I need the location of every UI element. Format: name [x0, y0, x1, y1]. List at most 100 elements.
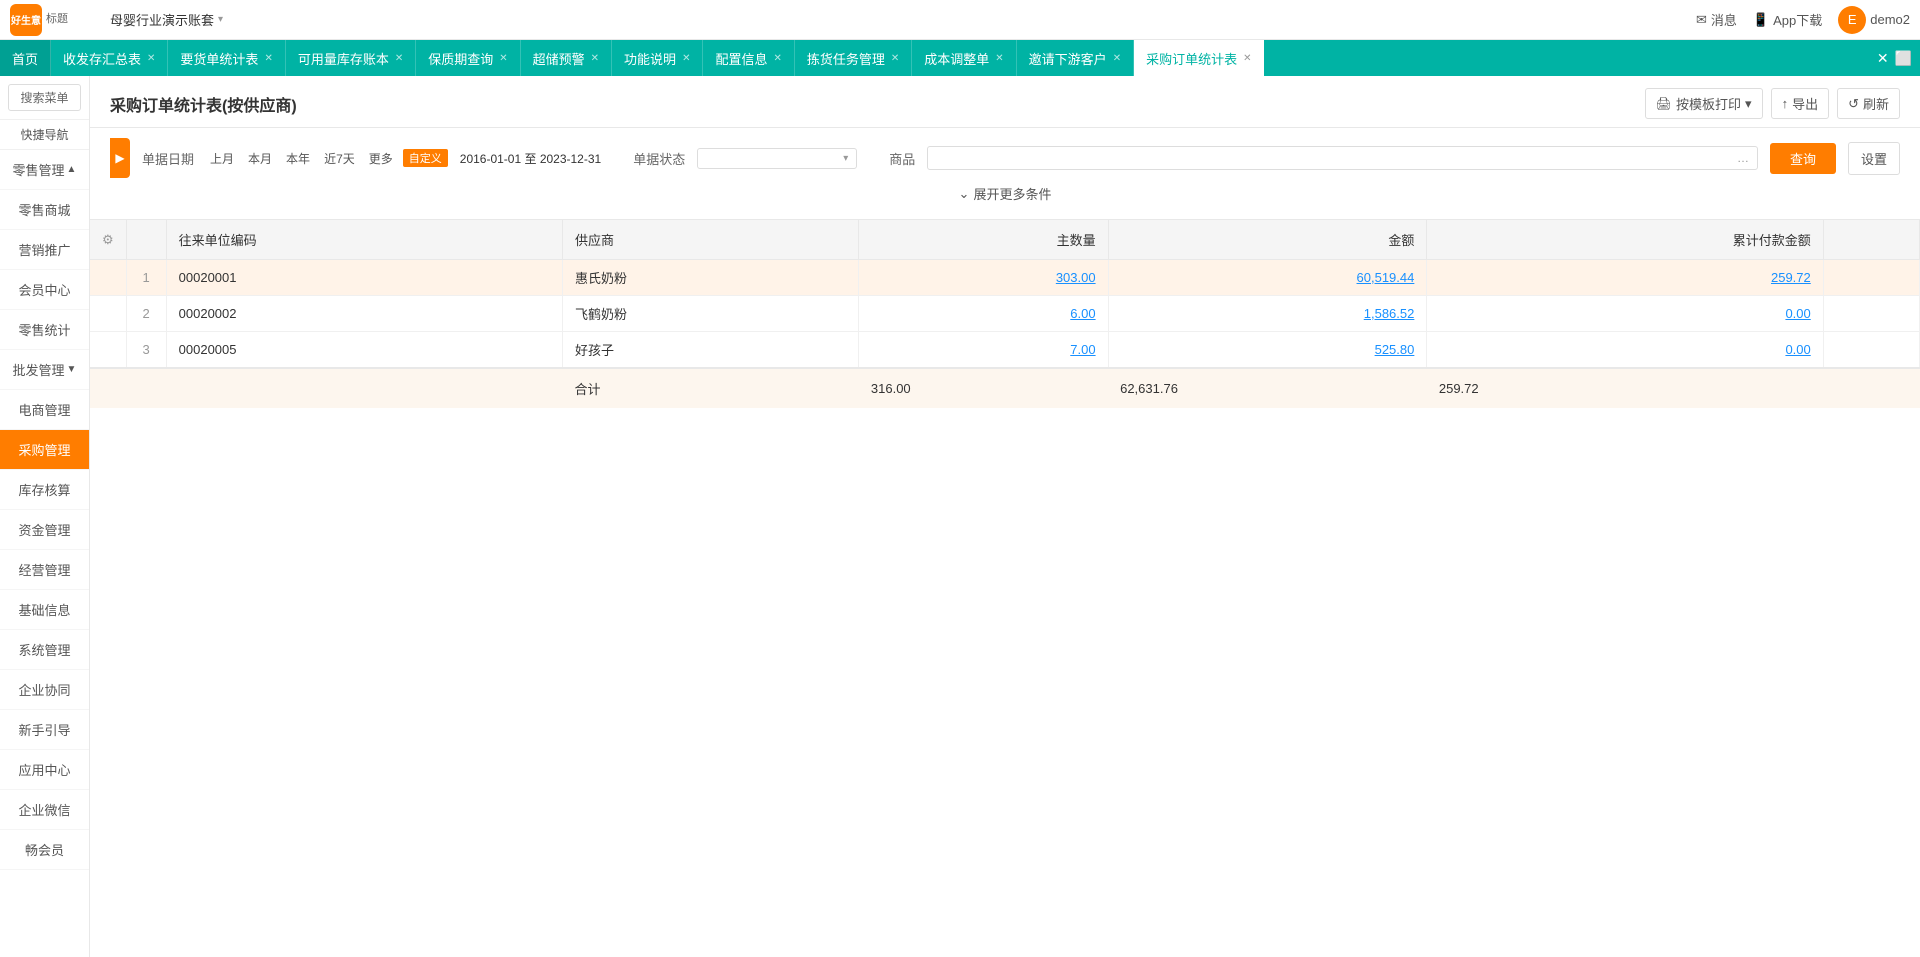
maximize-icon[interactable]: ⬜ — [1895, 50, 1912, 67]
avatar: E — [1838, 6, 1866, 34]
supplier-name-cell: 惠氏奶粉 — [563, 260, 859, 296]
tab-invite-downstream[interactable]: 邀请下游客户 ✕ — [1017, 40, 1134, 76]
close-icon[interactable]: ✕ — [499, 53, 507, 64]
sidebar-item-purchase-mgmt[interactable]: 采购管理 — [0, 430, 89, 470]
close-window-icon[interactable]: ✕ — [1877, 50, 1889, 67]
page-header: 采购订单统计表(按供应商) 🖨 按模板打印 ▾ ↑ 导出 ↺ 刷新 — [90, 76, 1920, 128]
status-select[interactable]: ▾ — [697, 148, 857, 169]
date-filter-label: 单据日期 — [142, 149, 194, 168]
query-button[interactable]: 查询 — [1770, 143, 1836, 174]
main-qty-cell[interactable]: 303.00 — [859, 260, 1108, 296]
this-month-btn[interactable]: 本月 — [244, 148, 276, 169]
tab-expiry-query[interactable]: 保质期查询 ✕ — [416, 40, 520, 76]
tab-purchase-summary[interactable]: 采购订单统计表 ✕ — [1134, 40, 1264, 76]
paid-amount-cell[interactable]: 0.00 — [1427, 296, 1823, 332]
tab-available-stock[interactable]: 可用量库存账本 ✕ — [286, 40, 416, 76]
close-icon[interactable]: ✕ — [395, 53, 403, 64]
close-icon[interactable]: ✕ — [591, 53, 599, 64]
close-icon[interactable]: ✕ — [147, 53, 155, 64]
close-icon[interactable]: ✕ — [1113, 53, 1121, 64]
close-icon[interactable]: ✕ — [773, 53, 781, 64]
sidebar-item-ecommerce-mgmt[interactable]: 电商管理 — [0, 390, 89, 430]
sidebar-item-member[interactable]: 畅会员 — [0, 830, 89, 870]
arrow-icon: ▲ — [67, 164, 77, 175]
extra-cell — [1823, 332, 1919, 369]
user-menu[interactable]: E demo2 — [1838, 6, 1910, 34]
sidebar-search: 搜索菜单 — [0, 76, 89, 120]
sidebar-item-ops-mgmt[interactable]: 经营管理 — [0, 550, 89, 590]
main-qty-cell[interactable]: 7.00 — [859, 332, 1108, 369]
paid-amount-cell[interactable]: 259.72 — [1427, 260, 1823, 296]
refresh-button[interactable]: ↺ 刷新 — [1837, 88, 1900, 119]
sidebar-item-enterprise-collab[interactable]: 企业协同 — [0, 670, 89, 710]
sidebar-item-member-center[interactable]: 会员中心 — [0, 270, 89, 310]
purchase-summary-table: ⚙ 往来单位编码 供应商 主数量 金额 累计付款金额 1 00020001 — [90, 220, 1920, 408]
settings-button[interactable]: 设置 — [1848, 142, 1900, 175]
sidebar-item-enterprise-wechat[interactable]: 企业微信 — [0, 790, 89, 830]
paid-amount-cell[interactable]: 0.00 — [1427, 332, 1823, 369]
row-settings[interactable] — [90, 296, 126, 332]
tab-function-desc[interactable]: 功能说明 ✕ — [612, 40, 703, 76]
amount-cell[interactable]: 525.80 — [1108, 332, 1427, 369]
tab-order-summary[interactable]: 要货单统计表 ✕ — [168, 40, 285, 76]
tab-config-info[interactable]: 配置信息 ✕ — [703, 40, 794, 76]
print-button[interactable]: 🖨 按模板打印 ▾ — [1645, 88, 1763, 119]
tab-pick-task[interactable]: 拣货任务管理 ✕ — [795, 40, 912, 76]
close-icon[interactable]: ✕ — [682, 53, 690, 64]
extra-cell — [1823, 260, 1919, 296]
amount-col-header: 金额 — [1108, 220, 1427, 260]
settings-col-header[interactable]: ⚙ — [90, 220, 126, 260]
goods-input[interactable]: … — [927, 146, 1758, 170]
tab-receive-summary[interactable]: 收发存汇总表 ✕ — [51, 40, 168, 76]
close-icon[interactable]: ✕ — [264, 53, 272, 64]
last7days-btn[interactable]: 近7天 — [320, 148, 359, 169]
custom-badge[interactable]: 自定义 — [403, 149, 448, 167]
expand-more-conditions[interactable]: ⌄ 展开更多条件 — [959, 184, 1052, 203]
amount-cell[interactable]: 60,519.44 — [1108, 260, 1427, 296]
row-settings[interactable] — [90, 260, 126, 296]
chevron-down-icon: ⌄ — [959, 186, 970, 202]
sidebar-item-retail-shop[interactable]: 零售商城 — [0, 190, 89, 230]
row-settings[interactable] — [90, 332, 126, 369]
close-icon[interactable]: ✕ — [995, 53, 1003, 64]
sidebar-item-marketing[interactable]: 营销推广 — [0, 230, 89, 270]
tab-overstock-warning[interactable]: 超储预警 ✕ — [521, 40, 612, 76]
expand-row: ⌄ 展开更多条件 — [110, 178, 1900, 209]
close-icon[interactable]: ✕ — [891, 53, 899, 64]
more-btn[interactable]: 更多 — [365, 148, 397, 169]
sidebar-item-app-center[interactable]: 应用中心 — [0, 750, 89, 790]
sidebar-quick-nav[interactable]: 快捷导航 — [0, 120, 89, 150]
footer-amount: 62,631.76 — [1108, 368, 1427, 408]
sidebar-item-capital-mgmt[interactable]: 资金管理 — [0, 510, 89, 550]
sidebar-item-inventory-check[interactable]: 库存核算 — [0, 470, 89, 510]
amount-cell[interactable]: 1,586.52 — [1108, 296, 1427, 332]
toggle-filter-button[interactable]: ▶ — [110, 138, 130, 178]
sidebar-item-basic-info[interactable]: 基础信息 — [0, 590, 89, 630]
chevron-down-icon: ▾ — [218, 14, 223, 25]
app-download-button[interactable]: 📱 App下载 — [1753, 10, 1822, 29]
sidebar-item-system-mgmt[interactable]: 系统管理 — [0, 630, 89, 670]
table-row: 3 00020005 好孩子 7.00 525.80 0.00 — [90, 332, 1920, 369]
sidebar-item-new-guide[interactable]: 新手引导 — [0, 710, 89, 750]
tab-cost-adjust[interactable]: 成本调整单 ✕ — [912, 40, 1016, 76]
row-seq: 3 — [126, 332, 166, 369]
tab-home[interactable]: 首页 — [0, 40, 51, 76]
main-qty-cell[interactable]: 6.00 — [859, 296, 1108, 332]
this-year-btn[interactable]: 本年 — [282, 148, 314, 169]
supplier-code-cell: 00020001 — [166, 260, 562, 296]
sidebar-item-retail-stats[interactable]: 零售统计 — [0, 310, 89, 350]
close-icon[interactable]: ✕ — [1243, 53, 1251, 64]
org-selector[interactable]: 母婴行业演示账套 ▾ — [110, 10, 223, 29]
export-button[interactable]: ↑ 导出 — [1771, 88, 1830, 119]
last-month-btn[interactable]: 上月 — [206, 148, 238, 169]
footer-empty-2 — [126, 368, 166, 408]
table-container: ⚙ 往来单位编码 供应商 主数量 金额 累计付款金额 1 00020001 — [90, 220, 1920, 957]
nav-tab-actions: ✕ ⬜ — [1877, 50, 1920, 67]
message-button[interactable]: ✉ 消息 — [1696, 10, 1737, 29]
print-icon: 🖨 — [1656, 96, 1673, 112]
row-seq: 2 — [126, 296, 166, 332]
sidebar-item-retail-mgmt[interactable]: 零售管理 ▲ — [0, 150, 89, 190]
footer-empty-1 — [90, 368, 126, 408]
search-menu-button[interactable]: 搜索菜单 — [8, 84, 81, 111]
sidebar-item-wholesale-mgmt[interactable]: 批发管理 ▼ — [0, 350, 89, 390]
